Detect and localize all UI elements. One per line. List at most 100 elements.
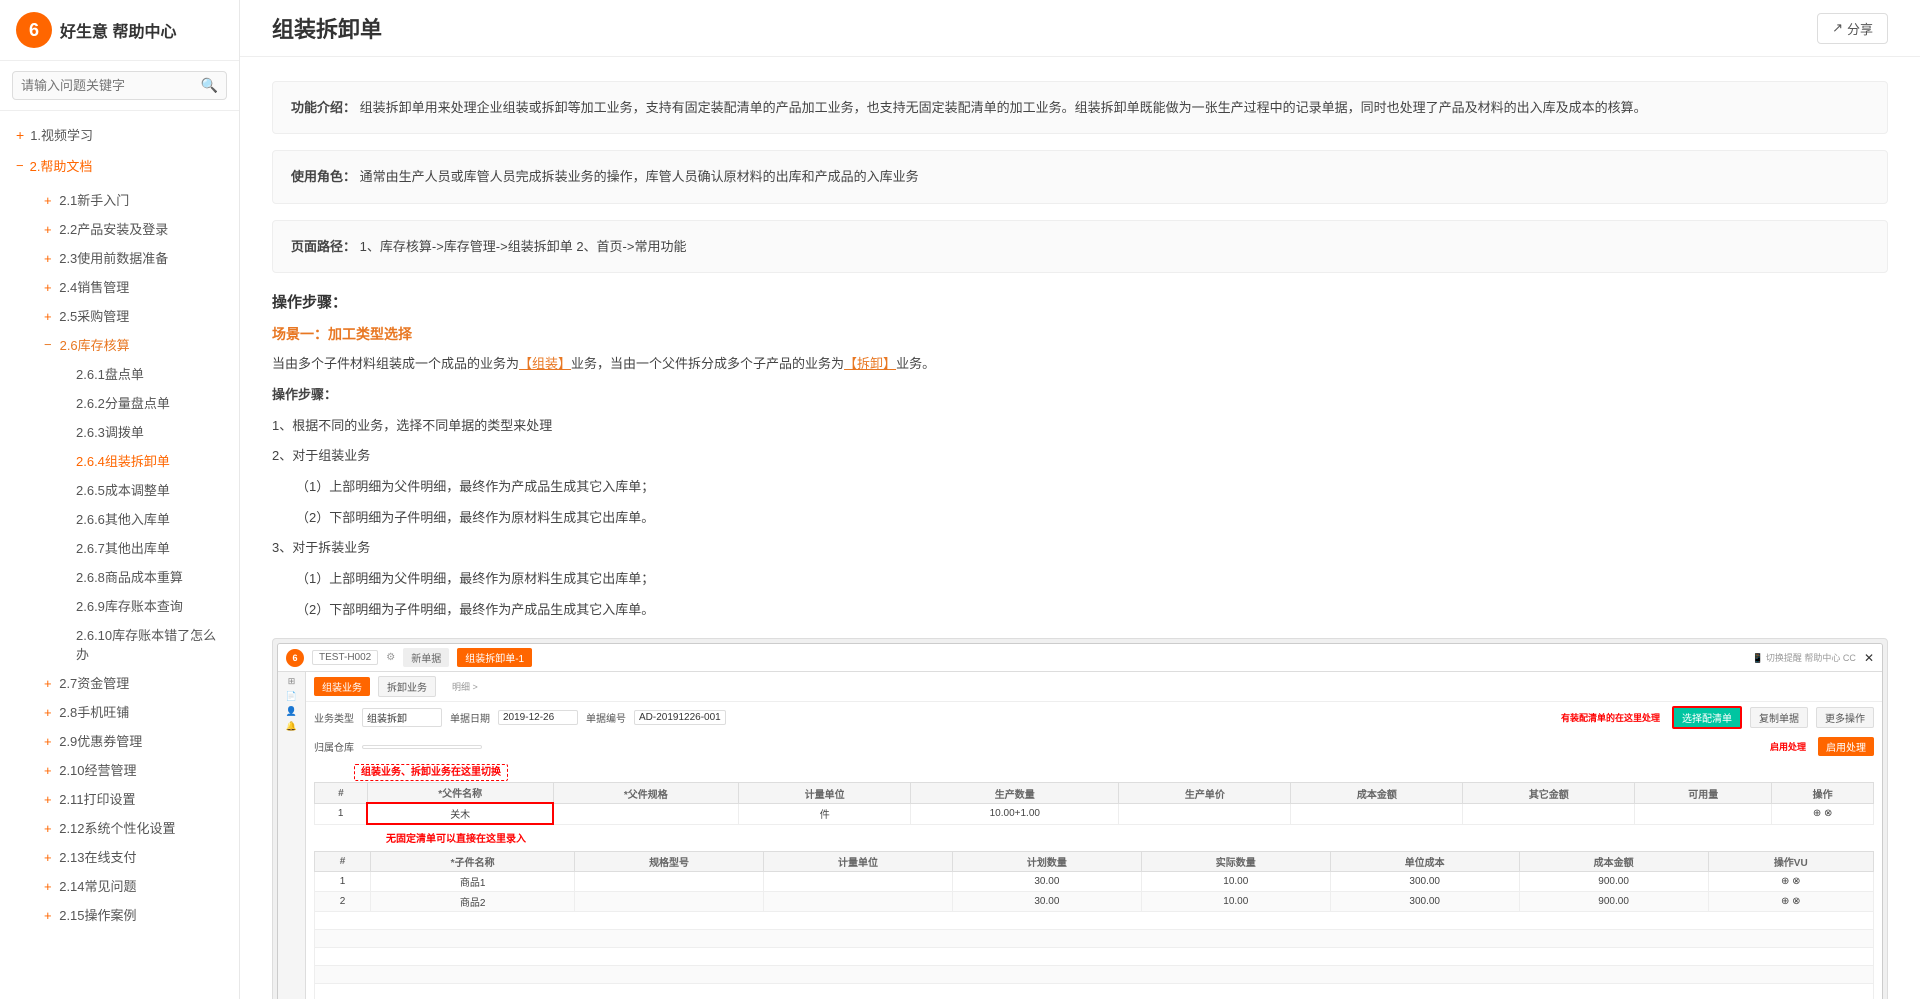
mock-form-row2: 归属仓库 启用处理 启用处理: [306, 733, 1882, 760]
sidebar-item-settings[interactable]: + 2.12系统个性化设置: [32, 813, 239, 842]
mock-upper-table-head: # *父件名称 *父件规格 计量单位 生产数量 生产单价 成本金额 其它金额 可: [315, 783, 1874, 804]
role-label: 使用角色：: [291, 169, 356, 184]
sidebar-item-cost-adjust[interactable]: 2.6.5成本调整单: [64, 475, 239, 504]
minus-icon: −: [16, 158, 24, 173]
search-box[interactable]: 🔍: [12, 71, 227, 100]
sidebar-item-faq[interactable]: + 2.14常见问题: [32, 871, 239, 900]
sidebar-item-inventory-error[interactable]: 2.6.10库存账本错了怎么办: [64, 620, 239, 668]
mock-no-label: 单据编号: [586, 710, 626, 725]
mock-type-input[interactable]: 组装拆卸: [362, 708, 442, 727]
sidebar-item-cases[interactable]: + 2.15操作案例: [32, 900, 239, 929]
assembly-link[interactable]: 【组装】: [519, 356, 571, 371]
search-icon[interactable]: 🔍: [201, 77, 218, 94]
sidebar-item-newbie[interactable]: + 2.1新手入门: [32, 185, 239, 214]
mock-sidebar-icons: ⊞ 📄 👤 🔔: [278, 672, 306, 999]
sidebar-item-coupon[interactable]: + 2.9优惠券管理: [32, 726, 239, 755]
mock-disassembly-btn[interactable]: 拆卸业务: [378, 676, 436, 697]
sidebar-item-transfer[interactable]: 2.6.3调拨单: [64, 417, 239, 446]
search-input[interactable]: [21, 78, 201, 93]
nav-list: + 1.视频学习 − 2.帮助文档 + 2.1新手入门 + 2.2产品安装及登录…: [0, 111, 239, 999]
article-body: 功能介绍： 组装拆卸单用来处理企业组装或拆卸等加工业务，支持有固定装配清单的产品…: [240, 57, 1920, 999]
mock-th-available: 可用量: [1635, 783, 1772, 804]
sidebar-item-video[interactable]: + 1.视频学习: [0, 119, 239, 150]
table-row: 2 商品2 30.00 10.00 300.00 900.00 ⊕ ⊗: [315, 892, 1874, 912]
mock-btn-confirm[interactable]: 组装拆卸单-1: [457, 648, 532, 667]
mock-th-ops: 操作: [1772, 783, 1874, 804]
mock-lth-actual-qty: 实际数量: [1141, 852, 1330, 872]
sidebar-item-finance[interactable]: + 2.7资金管理: [32, 668, 239, 697]
mock-user-icon: 👤: [286, 706, 297, 717]
mock-td-other: [1463, 803, 1635, 824]
mock-approve-btn[interactable]: 启用处理: [1818, 737, 1874, 756]
share-label: 分享: [1847, 19, 1873, 38]
table-row: [315, 966, 1874, 984]
table-row: 1 关木 件 10.00+1.00: [315, 803, 1874, 824]
sidebar-item-other-outbound[interactable]: 2.6.7其他出库单: [64, 533, 239, 562]
mock-close-icon[interactable]: ✕: [1864, 651, 1874, 665]
step3a: （1）上部明细为父件明细，最终作为原材料生成其它出库单；: [272, 567, 1888, 592]
sidebar-item-payment[interactable]: + 2.13在线支付: [32, 842, 239, 871]
sidebar-item-print[interactable]: + 2.11打印设置: [32, 784, 239, 813]
mock-upper-table-area: # *父件名称 *父件规格 计量单位 生产数量 生产单价 成本金额 其它金额 可: [306, 782, 1882, 825]
mock-td-parent-spec: [553, 803, 739, 824]
mock-home-icon: ⊞: [288, 676, 296, 687]
mock-lth-unit: 计量单位: [764, 852, 953, 872]
role-block: 使用角色： 通常由生产人员或库管人员完成拆装业务的操作，库管人员确认原材料的出库…: [272, 150, 1888, 203]
mock-select-bill-btn[interactable]: 选择配清单: [1672, 706, 1742, 729]
mock-logo: 6: [286, 649, 304, 667]
sidebar-item-dataprep[interactable]: + 2.3使用前数据准备: [32, 243, 239, 272]
sidebar-item-purchase[interactable]: + 2.5采购管理: [32, 301, 239, 330]
share-button[interactable]: ↗ 分享: [1817, 13, 1888, 44]
mock-header: 6 TEST-H002 ⚙ 新单据 组装拆卸单-1 📱 切换提醒 帮助中心 CC…: [278, 644, 1882, 672]
mock-lth-cost-amount: 成本金额: [1519, 852, 1708, 872]
mock-th-unit: 计量单位: [739, 783, 911, 804]
mock-settings-icon: ⚙: [386, 652, 395, 663]
sidebar-item-assembly[interactable]: 2.6.4组装拆卸单: [64, 446, 239, 475]
sidebar-item-cost-recalc[interactable]: 2.6.8商品成本重算: [64, 562, 239, 591]
table-row: [315, 912, 1874, 930]
sidebar-item-other-inbound[interactable]: 2.6.6其他入库单: [64, 504, 239, 533]
sidebar-item-sales[interactable]: + 2.4销售管理: [32, 272, 239, 301]
mock-date-input[interactable]: 2019-12-26: [498, 710, 578, 725]
mock-th-parent-name: *父件名称: [367, 783, 553, 804]
mock-lth-child-name: *子件名称: [371, 852, 575, 872]
mock-lth-unit-cost: 单位成本: [1330, 852, 1519, 872]
plus-icon: +: [16, 127, 24, 143]
mock-lth-spec: 规格型号: [575, 852, 764, 872]
table-row: [315, 930, 1874, 948]
mock-more-btn[interactable]: 更多操作: [1816, 707, 1874, 728]
role-text: 通常由生产人员或库管人员完成拆装业务的操作，库管人员确认原材料的出库和产成品的入…: [360, 169, 919, 184]
mock-copy-btn[interactable]: 复制单据: [1750, 707, 1808, 728]
mock-td-parent-name: 关木: [367, 803, 553, 824]
sidebar-item-install[interactable]: + 2.2产品安装及登录: [32, 214, 239, 243]
mock-td-cost: [1291, 803, 1463, 824]
sidebar-item-inventory[interactable]: − 2.6库存核算: [32, 330, 239, 359]
sidebar-item-label: 2.帮助文档: [30, 156, 93, 175]
sidebar-item-mobile[interactable]: + 2.8手机旺铺: [32, 697, 239, 726]
sidebar-item-stocktake[interactable]: 2.6.1盘点单: [64, 359, 239, 388]
step2a: （1）上部明细为父件明细，最终作为产成品生成其它入库单；: [272, 475, 1888, 500]
screenshot-area: 6 TEST-H002 ⚙ 新单据 组装拆卸单-1 📱 切换提醒 帮助中心 CC…: [272, 638, 1888, 999]
scene1-desc: 当由多个子件材料组装成一个成品的业务为【组装】业务，当由一个父件拆分成多个子产品…: [272, 352, 1888, 377]
mock-form-row1: 业务类型 组装拆卸 单据日期 2019-12-26 单据编号 AD-201912…: [306, 702, 1882, 733]
mock-doc-icon: 📄: [286, 691, 297, 702]
mock-tab-new[interactable]: 新单据: [403, 648, 449, 667]
sidebar-item-help-docs[interactable]: − 2.帮助文档: [0, 150, 239, 181]
sidebar-item-operations[interactable]: + 2.10经营管理: [32, 755, 239, 784]
step3: 3、对于拆装业务: [272, 536, 1888, 561]
mock-th-cost-amount: 成本金额: [1291, 783, 1463, 804]
sidebar-item-partial-stocktake[interactable]: 2.6.2分量盘点单: [64, 388, 239, 417]
sidebar-item-inventory-query[interactable]: 2.6.9库存账本查询: [64, 591, 239, 620]
mock-no-input[interactable]: AD-20191226-001: [634, 710, 726, 725]
mock-assembly-btn[interactable]: 组装业务: [314, 677, 370, 696]
mock-th-parent-spec: *父件规格: [553, 783, 739, 804]
mock-th-prod-price: 生产单价: [1119, 783, 1291, 804]
mock-warehouse-input[interactable]: [362, 745, 482, 749]
mock-form-area: 组装业务 拆卸业务 明细 > 业务类型 组装拆卸 单据日期 2019-12-26…: [306, 672, 1882, 999]
mock-tabs: 新单据: [403, 648, 449, 667]
sidebar-item-label: 1.视频学习: [30, 125, 93, 144]
mock-th-other-amount: 其它金额: [1463, 783, 1635, 804]
disassembly-link[interactable]: 【拆卸】: [844, 356, 896, 371]
mock-bell-icon: 🔔: [286, 721, 297, 732]
step3b: （2）下部明细为子件明细，最终作为产成品生成其它入库单。: [272, 598, 1888, 623]
